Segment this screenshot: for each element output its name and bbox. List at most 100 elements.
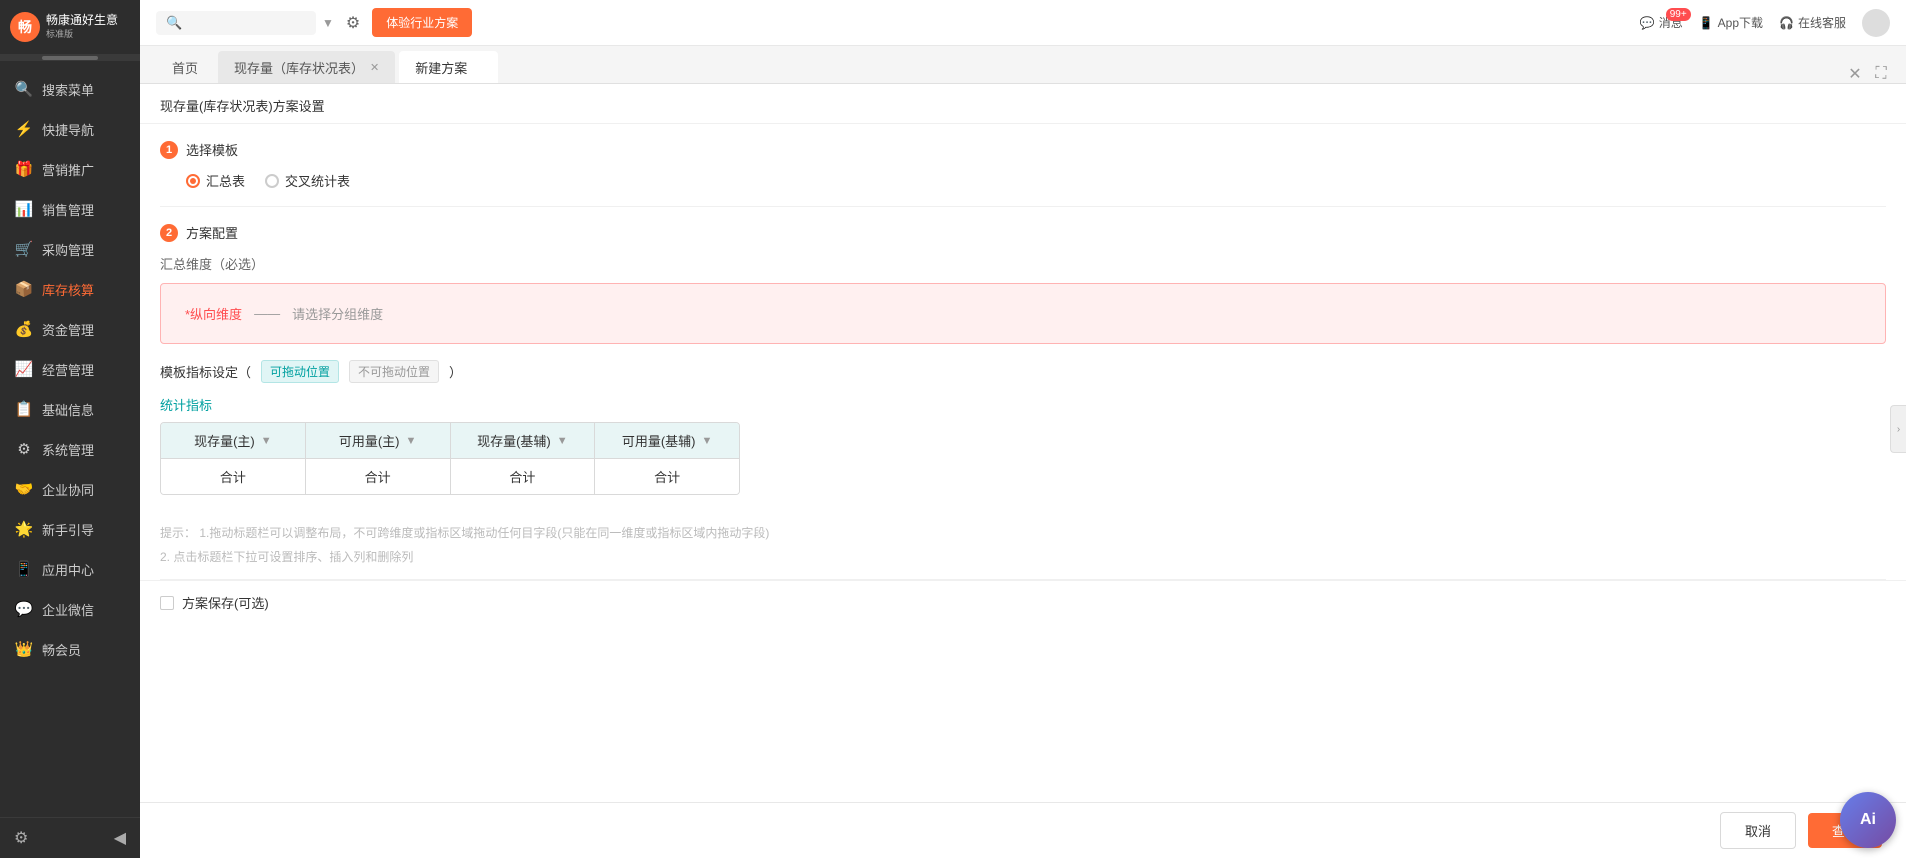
bottom-bar: 取消 查询 <box>140 802 1906 858</box>
col-3-dropdown-icon[interactable]: ▼ <box>702 435 713 447</box>
search-input[interactable] <box>186 16 306 30</box>
search-icon: 🔍 <box>166 15 182 31</box>
app-name: 畅康通好生意 标准版 <box>46 13 118 40</box>
radio-summary[interactable]: 汇总表 <box>186 171 245 190</box>
user-avatar[interactable] <box>1862 9 1890 37</box>
indicator-settings-row: 模板指标设定（ 可拖动位置 不可拖动位置 ） <box>160 360 1886 383</box>
sidebar-item-search[interactable]: 🔍 搜索菜单 <box>0 69 140 109</box>
settings-footer-icon[interactable]: ⚙ <box>14 828 28 848</box>
close-window-btn[interactable]: ✕ <box>1846 65 1864 83</box>
col-0-dropdown-icon[interactable]: ▼ <box>261 435 272 447</box>
template-options: 汇总表 交叉统计表 <box>186 171 1886 190</box>
enterprise-icon: 🤝 <box>14 479 34 499</box>
step1-section: 1 选择模板 汇总表 交叉统计表 <box>140 124 1906 206</box>
sales-icon: 📊 <box>14 199 34 219</box>
step2-section: 2 方案配置 汇总维度（必选） *纵向维度 —— 请选择分组维度 模板指标设定（… <box>140 207 1906 511</box>
sidebar-item-shortcuts[interactable]: ⚡ 快捷导航 <box>0 109 140 149</box>
search-icon: 🔍 <box>14 79 34 99</box>
basic-info-icon: 📋 <box>14 399 34 419</box>
sidebar-logo: 畅 畅康通好生意 标准版 <box>0 0 140 55</box>
step1-num: 1 <box>160 141 178 159</box>
stats-cell-0-3: 合计 <box>595 459 739 494</box>
sidebar-item-marketing[interactable]: 🎁 营销推广 <box>0 149 140 189</box>
sidebar-item-vip[interactable]: 👑 畅会员 <box>0 629 140 669</box>
message-icon: 💬 <box>1640 16 1655 30</box>
sidebar-item-purchase[interactable]: 🛒 采购管理 <box>0 229 140 269</box>
summary-dimension-label: 汇总维度（必选） <box>160 254 1886 273</box>
sidebar-item-app-center[interactable]: 📱 应用中心 <box>0 549 140 589</box>
right-expand-handle[interactable]: › <box>1890 405 1906 453</box>
headset-icon: 🎧 <box>1779 16 1794 30</box>
stats-col-3[interactable]: 可用量(基辅) ▼ <box>595 423 739 458</box>
topbar-settings-icon[interactable]: ⚙ <box>346 13 360 33</box>
marketing-icon: 🎁 <box>14 159 34 179</box>
online-service-btn[interactable]: 🎧 在线客服 <box>1779 14 1846 31</box>
col-2-dropdown-icon[interactable]: ▼ <box>557 435 568 447</box>
stats-col-1[interactable]: 可用量(主) ▼ <box>306 423 451 458</box>
radio-cross-circle <box>265 174 279 188</box>
shortcuts-icon: ⚡ <box>14 119 34 139</box>
stats-col-0[interactable]: 现存量(主) ▼ <box>161 423 306 458</box>
sidebar-footer: ⚙ ◀ <box>0 817 140 858</box>
sidebar-item-system[interactable]: ⚙ 系统管理 <box>0 429 140 469</box>
ai-fab-button[interactable]: Ai <box>1840 792 1896 848</box>
expand-window-btn[interactable]: ⛶ <box>1872 65 1890 83</box>
radio-summary-circle <box>186 174 200 188</box>
dimension-separator: —— <box>254 306 280 321</box>
stats-table-row-0: 合计 合计 合计 合计 <box>161 458 739 494</box>
main-area: 🔍 ▼ ⚙ 体验行业方案 💬 消息 99+ 📱 App下载 🎧 在线客服 <box>140 0 1906 858</box>
step1-title: 1 选择模板 <box>160 140 1886 159</box>
sidebar-item-sales[interactable]: 📊 销售管理 <box>0 189 140 229</box>
panel-header: 现存量(库存状况表)方案设置 <box>140 84 1906 124</box>
non-draggable-tag: 不可拖动位置 <box>349 360 439 383</box>
step2-title: 2 方案配置 <box>160 223 1886 242</box>
finance-icon: 💰 <box>14 319 34 339</box>
app-logo-icon: 畅 <box>10 12 40 42</box>
system-icon: ⚙ <box>14 439 34 459</box>
vertical-dimension-label: *纵向维度 <box>185 304 242 323</box>
sidebar-item-wechat[interactable]: 💬 企业微信 <box>0 589 140 629</box>
sidebar-item-operations[interactable]: 📈 经营管理 <box>0 349 140 389</box>
operations-icon: 📈 <box>14 359 34 379</box>
sidebar-item-finance[interactable]: 💰 资金管理 <box>0 309 140 349</box>
trial-btn[interactable]: 体验行业方案 <box>372 8 472 37</box>
sidebar-item-enterprise[interactable]: 🤝 企业协同 <box>0 469 140 509</box>
collapse-icon[interactable]: ◀ <box>114 828 126 848</box>
inventory-icon: 📦 <box>14 279 34 299</box>
sidebar-item-inventory[interactable]: 📦 库存核算 <box>0 269 140 309</box>
tab-new-plan-close[interactable]: ✕ <box>473 61 482 74</box>
save-checkbox[interactable] <box>160 596 174 610</box>
tab-new-plan[interactable]: 新建方案 ✕ <box>399 51 498 83</box>
tips-section: 提示： 1.拖动标题栏可以调整布局，不可跨维度或指标区域拖动任何目字段(只能在同… <box>140 511 1906 579</box>
tab-inventory-status[interactable]: 现存量（库存状况表） ✕ <box>218 51 395 83</box>
phone-icon: 📱 <box>1699 16 1714 30</box>
stats-cell-0-1: 合计 <box>306 459 451 494</box>
draggable-tag: 可拖动位置 <box>261 360 339 383</box>
cancel-button[interactable]: 取消 <box>1720 812 1796 849</box>
tab-home[interactable]: 首页 <box>156 51 214 83</box>
topbar-right: 💬 消息 99+ 📱 App下载 🎧 在线客服 <box>1640 9 1890 37</box>
stats-col-2[interactable]: 现存量(基辅) ▼ <box>451 423 596 458</box>
sidebar-item-basic-info[interactable]: 📋 基础信息 <box>0 389 140 429</box>
message-btn[interactable]: 💬 消息 99+ <box>1640 14 1683 31</box>
purchase-icon: 🛒 <box>14 239 34 259</box>
step2-num: 2 <box>160 224 178 242</box>
wechat-icon: 💬 <box>14 599 34 619</box>
tab-inventory-close[interactable]: ✕ <box>370 61 379 74</box>
content-area: 现存量(库存状况表)方案设置 1 选择模板 汇总表 交叉统计表 <box>140 84 1906 802</box>
col-1-dropdown-icon[interactable]: ▼ <box>406 435 417 447</box>
app-download-btn[interactable]: 📱 App下载 <box>1699 14 1763 31</box>
dimension-placeholder[interactable]: 请选择分组维度 <box>292 304 383 323</box>
sidebar-item-guide[interactable]: 🌟 新手引导 <box>0 509 140 549</box>
topbar-search-box[interactable]: 🔍 <box>156 11 316 35</box>
stats-section-title: 统计指标 <box>160 395 1886 414</box>
sidebar-nav: 🔍 搜索菜单 ⚡ 快捷导航 🎁 营销推广 📊 销售管理 🛒 采购管理 📦 库存核… <box>0 61 140 817</box>
search-dropdown-icon[interactable]: ▼ <box>322 16 334 30</box>
topbar: 🔍 ▼ ⚙ 体验行业方案 💬 消息 99+ 📱 App下载 🎧 在线客服 <box>140 0 1906 46</box>
sidebar: 畅 畅康通好生意 标准版 🔍 搜索菜单 ⚡ 快捷导航 🎁 营销推广 📊 销售管理… <box>0 0 140 858</box>
dimension-row: *纵向维度 —— 请选择分组维度 <box>185 304 1861 323</box>
stats-table-header: 现存量(主) ▼ 可用量(主) ▼ 现存量(基辅) ▼ 可用量(基辅) ▼ <box>161 423 739 458</box>
app-center-icon: 📱 <box>14 559 34 579</box>
stats-table: 现存量(主) ▼ 可用量(主) ▼ 现存量(基辅) ▼ 可用量(基辅) ▼ <box>160 422 740 495</box>
radio-cross[interactable]: 交叉统计表 <box>265 171 350 190</box>
